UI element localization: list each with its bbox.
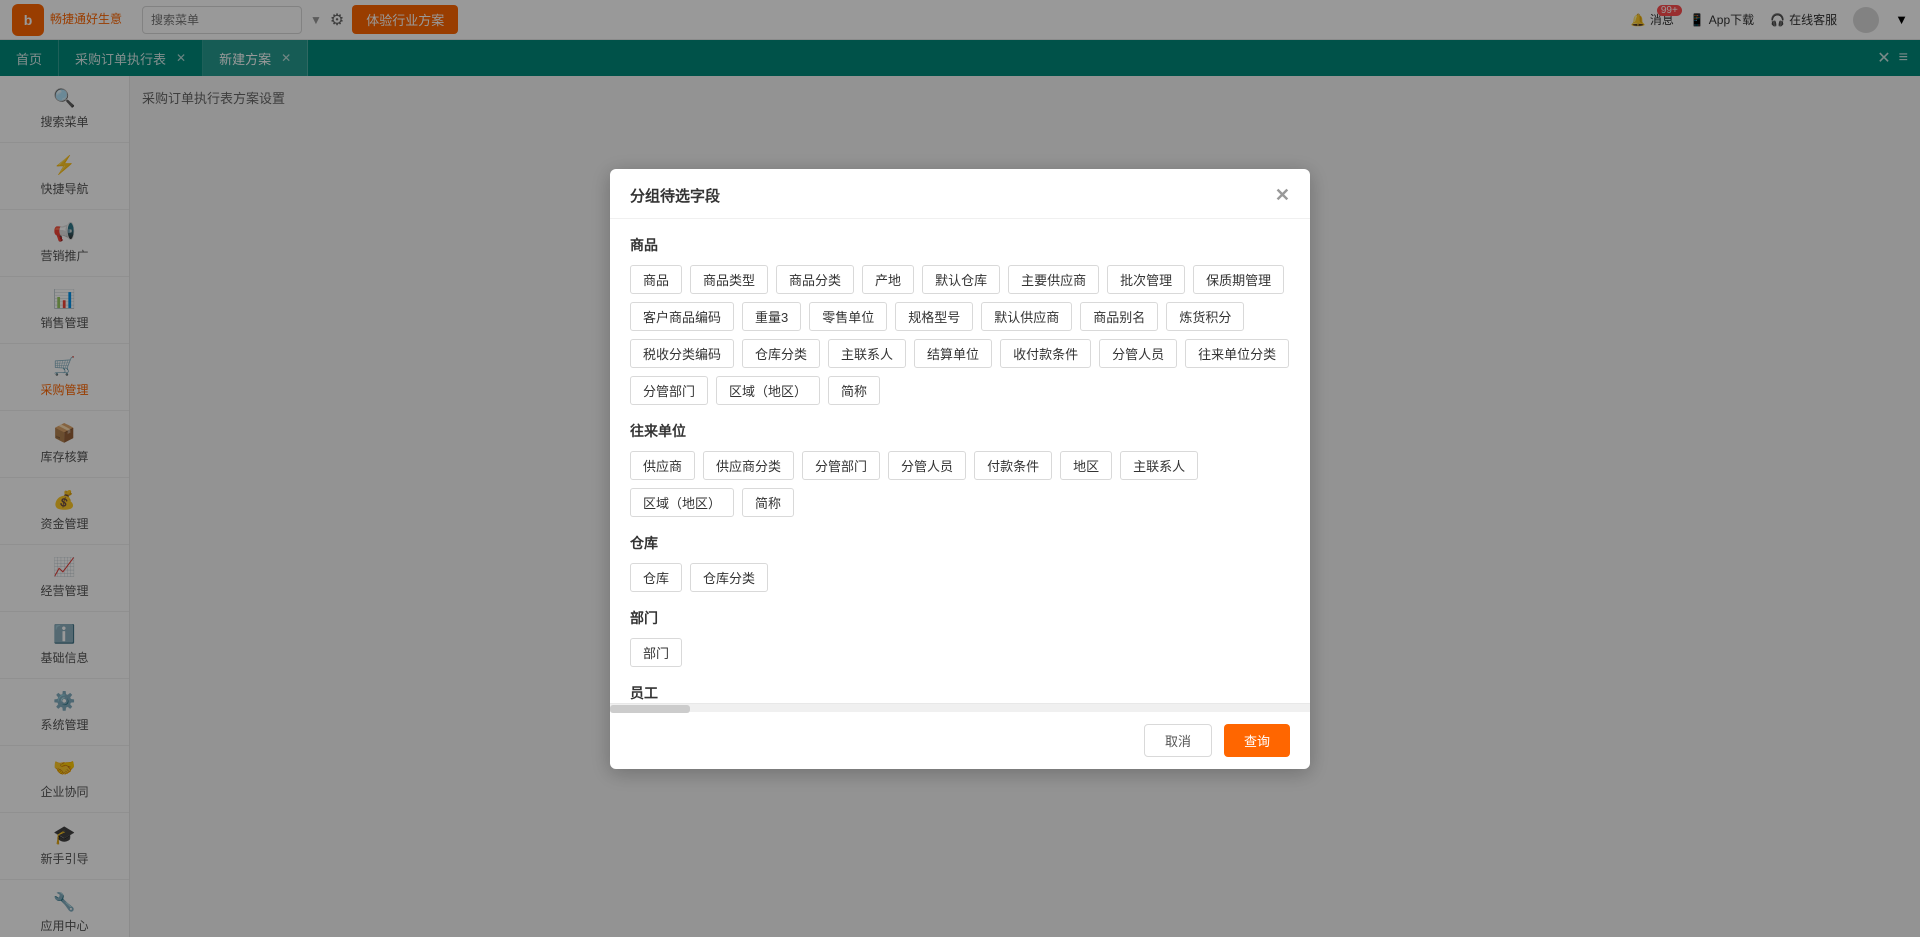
modal-title: 分组待选字段	[630, 185, 720, 206]
field-tag-goods-13[interactable]: 商品别名	[1080, 302, 1158, 331]
field-tags-goods: 商品 商品类型 商品分类 产地 默认仓库 主要供应商 批次管理 保质期管理 客户…	[630, 265, 1290, 405]
section-title-department: 部门	[630, 608, 1290, 628]
section-title-warehouse: 仓库	[630, 533, 1290, 553]
field-tag-goods-2[interactable]: 商品分类	[776, 265, 854, 294]
field-tag-goods-4[interactable]: 默认仓库	[922, 265, 1000, 294]
field-tag-partner-5[interactable]: 地区	[1060, 451, 1112, 480]
field-tag-partner-2[interactable]: 分管部门	[802, 451, 880, 480]
field-tag-goods-10[interactable]: 零售单位	[809, 302, 887, 331]
field-tag-goods-19[interactable]: 收付款条件	[1000, 339, 1091, 368]
section-title-employee: 员工	[630, 683, 1290, 703]
field-tags-department: 部门	[630, 638, 1290, 667]
modal-horizontal-scrollbar[interactable]	[610, 703, 1310, 711]
field-tag-warehouse-0[interactable]: 仓库	[630, 563, 682, 592]
field-tag-goods-22[interactable]: 分管部门	[630, 376, 708, 405]
field-tag-goods-17[interactable]: 主联系人	[828, 339, 906, 368]
modal-body: 商品 商品 商品类型 商品分类 产地 默认仓库 主要供应商 批次管理 保质期管理…	[610, 219, 1310, 703]
modal-header: 分组待选字段 ✕	[610, 169, 1310, 219]
field-tag-partner-6[interactable]: 主联系人	[1120, 451, 1198, 480]
field-tag-goods-11[interactable]: 规格型号	[895, 302, 973, 331]
field-tag-goods-14[interactable]: 炼货积分	[1166, 302, 1244, 331]
cancel-button[interactable]: 取消	[1144, 724, 1212, 757]
field-tag-partner-8[interactable]: 简称	[742, 488, 794, 517]
field-tag-partner-0[interactable]: 供应商	[630, 451, 695, 480]
modal-overlay: 分组待选字段 ✕ 商品 商品 商品类型 商品分类 产地 默认仓库 主要供应商 批…	[0, 0, 1920, 937]
field-tag-goods-8[interactable]: 客户商品编码	[630, 302, 734, 331]
field-tag-goods-3[interactable]: 产地	[862, 265, 914, 294]
field-tag-department-0[interactable]: 部门	[630, 638, 682, 667]
field-tag-goods-1[interactable]: 商品类型	[690, 265, 768, 294]
field-tags-partner: 供应商 供应商分类 分管部门 分管人员 付款条件 地区 主联系人 区域（地区） …	[630, 451, 1290, 517]
section-title-goods: 商品	[630, 235, 1290, 255]
confirm-button[interactable]: 查询	[1224, 724, 1290, 757]
modal-footer: 取消 查询	[610, 711, 1310, 769]
field-tags-warehouse: 仓库 仓库分类	[630, 563, 1290, 592]
field-tag-goods-0[interactable]: 商品	[630, 265, 682, 294]
section-title-partner: 往来单位	[630, 421, 1290, 441]
field-tag-goods-23[interactable]: 区域（地区）	[716, 376, 820, 405]
field-tag-goods-21[interactable]: 往来单位分类	[1185, 339, 1289, 368]
field-tag-goods-16[interactable]: 仓库分类	[742, 339, 820, 368]
field-tag-goods-12[interactable]: 默认供应商	[981, 302, 1072, 331]
modal-close-icon[interactable]: ✕	[1275, 186, 1290, 204]
field-tag-goods-20[interactable]: 分管人员	[1099, 339, 1177, 368]
field-tag-warehouse-1[interactable]: 仓库分类	[690, 563, 768, 592]
field-tag-partner-1[interactable]: 供应商分类	[703, 451, 794, 480]
field-tag-goods-9[interactable]: 重量3	[742, 302, 801, 331]
field-tag-goods-15[interactable]: 税收分类编码	[630, 339, 734, 368]
field-tag-goods-5[interactable]: 主要供应商	[1008, 265, 1099, 294]
field-tag-goods-18[interactable]: 结算单位	[914, 339, 992, 368]
field-tag-goods-24[interactable]: 简称	[828, 376, 880, 405]
field-tag-partner-4[interactable]: 付款条件	[974, 451, 1052, 480]
field-tag-partner-3[interactable]: 分管人员	[888, 451, 966, 480]
field-select-modal: 分组待选字段 ✕ 商品 商品 商品类型 商品分类 产地 默认仓库 主要供应商 批…	[610, 169, 1310, 769]
field-tag-partner-7[interactable]: 区域（地区）	[630, 488, 734, 517]
field-tag-goods-7[interactable]: 保质期管理	[1193, 265, 1284, 294]
modal-hscroll-thumb[interactable]	[610, 705, 690, 713]
field-tag-goods-6[interactable]: 批次管理	[1107, 265, 1185, 294]
